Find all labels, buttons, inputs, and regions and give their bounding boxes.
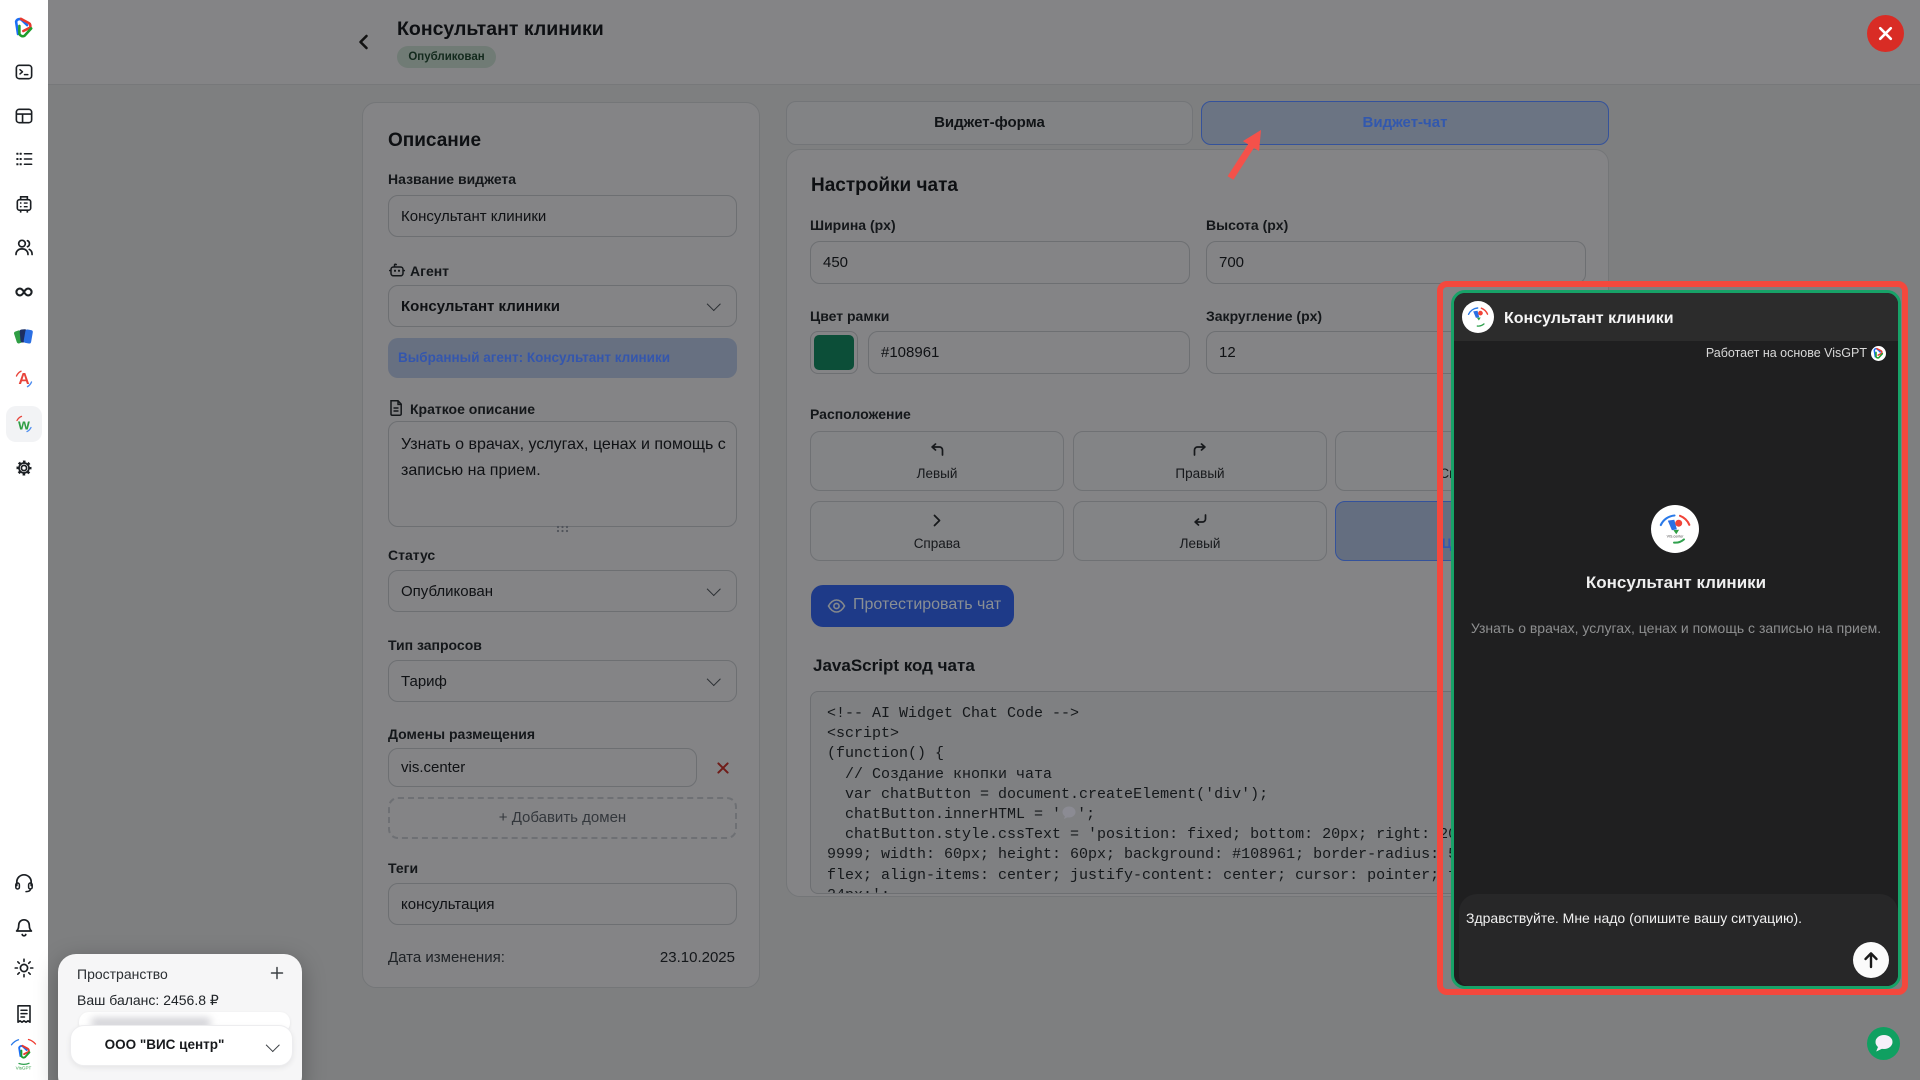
svg-text:A: A	[18, 371, 29, 388]
svg-text:VisGPT: VisGPT	[16, 1066, 32, 1071]
svg-text:VIS.center: VIS.center	[1667, 535, 1685, 539]
